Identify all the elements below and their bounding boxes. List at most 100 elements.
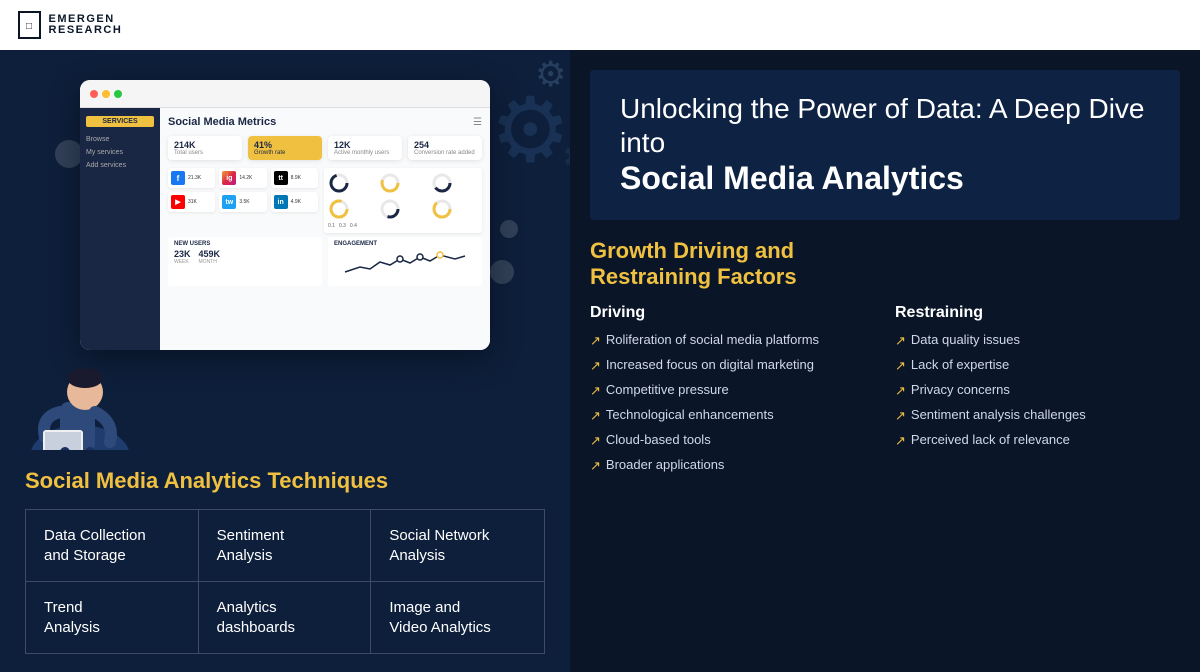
- sidebar-addservices: Add services: [86, 159, 154, 172]
- driving-item-1: ↗ Roliferation of social media platforms: [590, 332, 875, 350]
- title-line1-text: Unlocking the Power of Data: A Deep Dive…: [620, 93, 1145, 158]
- metric-value-1: 214K: [174, 140, 236, 150]
- restraining-text-3: Privacy concerns: [911, 382, 1010, 399]
- dot-yellow: [102, 90, 110, 98]
- gear-small-icon: ⚙: [535, 55, 566, 95]
- donut-3: [431, 172, 453, 194]
- tt-icon: tt: [274, 171, 288, 185]
- circle-deco-2: [500, 220, 518, 238]
- restraining-text-5: Perceived lack of relevance: [911, 432, 1070, 449]
- title-line2: Social Media Analytics: [620, 159, 1150, 197]
- driving-item-3: ↗ Competitive pressure: [590, 382, 875, 400]
- social-ig: ig 14.2K: [219, 168, 266, 188]
- driving-item-2: ↗ Increased focus on digital marketing: [590, 357, 875, 375]
- yt-stat: 31K: [188, 199, 197, 205]
- factors-row: Driving ↗ Roliferation of social media p…: [590, 304, 1180, 481]
- driving-heading: Driving: [590, 304, 875, 322]
- mockup-header: [80, 80, 490, 108]
- metric-label-2: Growth rate: [254, 150, 316, 156]
- sidebar-browse: Browse: [86, 133, 154, 146]
- new-users-panel: NEW USERS 23K WEEK 459K MONTH: [168, 237, 322, 286]
- mockup-title-bar: Social Media Metrics ☰: [168, 116, 482, 128]
- social-icons-grid: f 21.3K ig 14.2K tt 8.9K: [168, 168, 318, 212]
- tech-cell-3: Social NetworkAnalysis: [371, 510, 544, 582]
- social-yt: ▶ 31K: [168, 192, 215, 212]
- restraining-item-5: ↗ Perceived lack of relevance: [895, 432, 1180, 450]
- growth-title: Growth Driving andRestraining Factors: [590, 238, 1180, 291]
- metric-card-4: 254 Conversion rate added: [408, 136, 482, 160]
- restraining-item-1: ↗ Data quality issues: [895, 332, 1180, 350]
- donut-1: [328, 172, 350, 194]
- driving-item-6: ↗ Broader applications: [590, 457, 875, 475]
- metric-label-1: Total users: [174, 150, 236, 156]
- engagement-sparkline: [334, 247, 476, 277]
- right-section: Unlocking the Power of Data: A Deep Dive…: [570, 50, 1200, 672]
- ig-icon: ig: [222, 171, 236, 185]
- donut-5: [379, 198, 401, 220]
- logo-box: □: [18, 11, 41, 39]
- techniques-grid: Data Collectionand Storage SentimentAnal…: [25, 509, 545, 654]
- driving-text-2: Increased focus on digital marketing: [606, 357, 814, 374]
- month-label: MONTH: [199, 259, 221, 265]
- social-charts-row: f 21.3K ig 14.2K tt 8.9K: [168, 168, 482, 233]
- donut-4: [328, 198, 350, 220]
- logo-icon: □: [26, 21, 33, 32]
- yt-icon: ▶: [171, 195, 185, 209]
- donut-6: [431, 198, 453, 220]
- chart-bottom: NEW USERS 23K WEEK 459K MONTH: [168, 237, 482, 286]
- driving-text-1: Roliferation of social media platforms: [606, 332, 819, 349]
- top-bar: □ EMERGEN RESEARCH: [0, 0, 1200, 50]
- metrics-row: 214K Total users 41% Growth rate 12K Act…: [168, 136, 482, 160]
- arrow-icon-r5: ↗: [895, 433, 906, 450]
- metric-label-4: Conversion rate added: [414, 150, 476, 156]
- new-users-stats: 23K WEEK 459K MONTH: [174, 249, 316, 265]
- metric-card-2: 41% Growth rate: [248, 136, 322, 160]
- dashboard-title: Social Media Metrics: [168, 116, 276, 128]
- tech-cell-2: SentimentAnalysis: [199, 510, 372, 582]
- month-value: 459K: [199, 249, 221, 259]
- driving-text-3: Competitive pressure: [606, 382, 729, 399]
- hamburger-icon: ☰: [473, 117, 482, 128]
- techniques-section: Social Media Analytics Techniques Data C…: [0, 450, 570, 672]
- week-stat: 23K WEEK: [174, 249, 191, 265]
- arrow-icon-2: ↗: [590, 358, 601, 375]
- week-value: 23K: [174, 249, 191, 259]
- metric-card-1: 214K Total users: [168, 136, 242, 160]
- restraining-item-3: ↗ Privacy concerns: [895, 382, 1180, 400]
- tech-cell-5: Analyticsdashboards: [199, 582, 372, 653]
- restraining-item-2: ↗ Lack of expertise: [895, 357, 1180, 375]
- dot-green: [114, 90, 122, 98]
- donut-grid: [328, 172, 478, 220]
- arrow-icon-r3: ↗: [895, 383, 906, 400]
- donut-2: [379, 172, 401, 194]
- donut-charts-panel: 0.10.30.4: [324, 168, 482, 233]
- sidebar-myservices: My services: [86, 146, 154, 159]
- driving-text-4: Technological enhancements: [606, 407, 774, 424]
- social-tw: tw 3.5K: [219, 192, 266, 212]
- arrow-icon-r4: ↗: [895, 408, 906, 425]
- social-tt: tt 8.9K: [271, 168, 318, 188]
- arrow-icon-r1: ↗: [895, 333, 906, 350]
- restraining-text-1: Data quality issues: [911, 332, 1020, 349]
- techniques-title: Social Media Analytics Techniques: [25, 468, 545, 494]
- arrow-icon-6: ↗: [590, 458, 601, 475]
- driving-item-5: ↗ Cloud-based tools: [590, 432, 875, 450]
- circle-deco-3: [490, 260, 514, 284]
- donut-labels: 0.10.30.4: [328, 223, 478, 229]
- restraining-item-4: ↗ Sentiment analysis challenges: [895, 407, 1180, 425]
- circle-deco-1: [55, 140, 83, 168]
- metric-card-3: 12K Active monthly users: [328, 136, 402, 160]
- title-line1: Unlocking the Power of Data: A Deep Dive…: [620, 92, 1150, 159]
- left-section: ⚙ ⚙ ⚙ SERVICES Browse My services Add se…: [0, 50, 570, 672]
- social-icons-section: f 21.3K ig 14.2K tt 8.9K: [168, 168, 318, 233]
- metric-value-3: 12K: [334, 140, 396, 150]
- dot-red: [90, 90, 98, 98]
- driving-col: Driving ↗ Roliferation of social media p…: [590, 304, 875, 481]
- arrow-icon-3: ↗: [590, 383, 601, 400]
- restraining-col: Restraining ↗ Data quality issues ↗ Lack…: [895, 304, 1180, 481]
- tech-cell-1: Data Collectionand Storage: [26, 510, 199, 582]
- arrow-icon-r2: ↗: [895, 358, 906, 375]
- arrow-icon-1: ↗: [590, 333, 601, 350]
- growth-section: Growth Driving andRestraining Factors Dr…: [590, 238, 1180, 482]
- arrow-icon-5: ↗: [590, 433, 601, 450]
